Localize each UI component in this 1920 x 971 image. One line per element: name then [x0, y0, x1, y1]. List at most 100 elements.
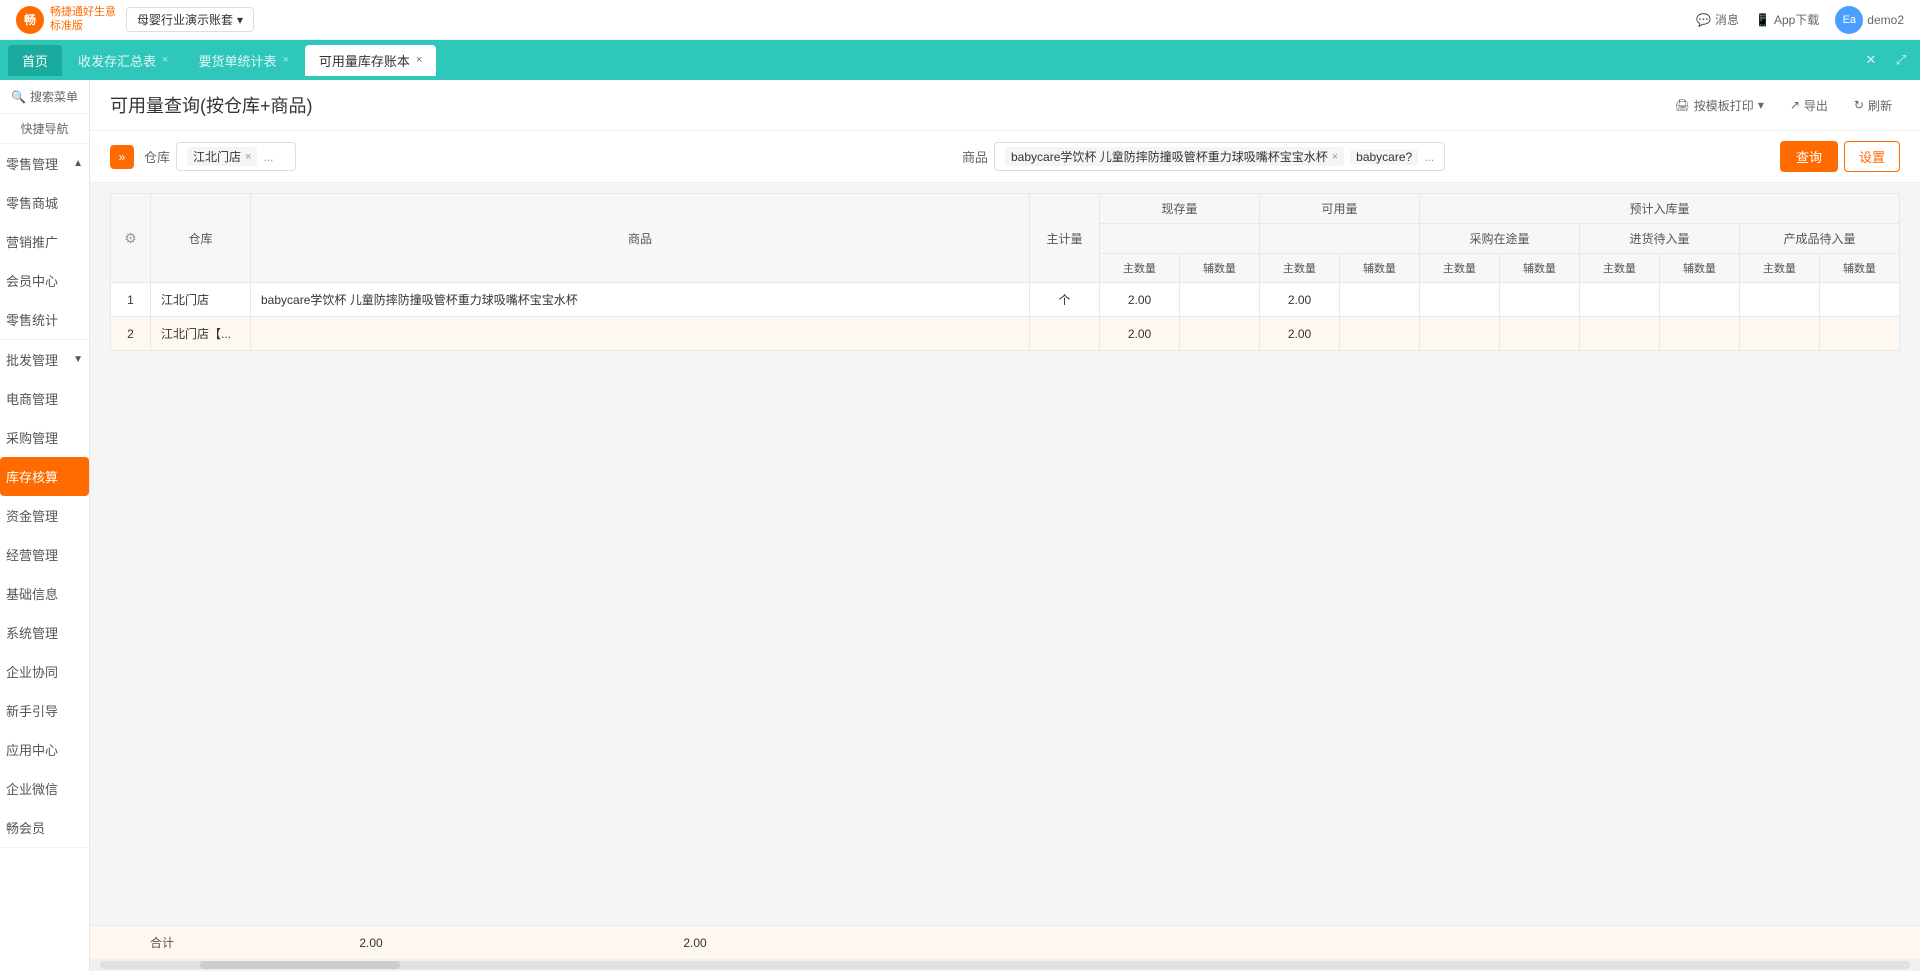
settings-icon[interactable]: ⚙ [124, 230, 137, 246]
close-tab-action[interactable]: ✕ [1860, 49, 1882, 71]
download-icon: 📱 [1755, 13, 1770, 27]
row2-current-main: 2.00 [1100, 317, 1180, 351]
product-filter-group: 商品 babycare学饮杯 儿童防摔防撞吸管杯重力球吸嘴杯宝宝水杯 × bab… [962, 142, 1770, 171]
th-settings[interactable]: ⚙ [111, 194, 151, 283]
footer-production-aux [1748, 936, 1910, 950]
footer-label: 合计 [140, 934, 290, 951]
product-more[interactable]: ... [1424, 150, 1434, 164]
row1-product: babycare学饮杯 儿童防摔防撞吸管杯重力球吸嘴杯宝宝水杯 [251, 283, 1030, 317]
sidebar-item-system[interactable]: 系统管理 [0, 613, 89, 652]
tab-requisition-close[interactable]: × [282, 54, 288, 66]
sidebar-item-operation[interactable]: 经营管理 [0, 535, 89, 574]
sidebar-search[interactable]: 🔍 搜索菜单 [0, 80, 89, 114]
row1-purchase-aux [1500, 283, 1580, 317]
sidebar-item-basic[interactable]: 基础信息 [0, 574, 89, 613]
sidebar-item-marketing[interactable]: 营销推广 [0, 222, 89, 261]
sidebar-item-purchase[interactable]: 采购管理 [0, 418, 89, 457]
sidebar-item-member[interactable]: 会员中心 [0, 261, 89, 300]
th-current-aux: 辅数量 [1180, 254, 1260, 283]
query-button[interactable]: 查询 [1780, 141, 1838, 172]
tab-bar: 首页 收发存汇总表 × 要货单统计表 × 可用量库存账本 × ✕ ⤢ [0, 40, 1920, 80]
sidebar-item-appstore[interactable]: 应用中心 [0, 730, 89, 769]
footer-current-aux [452, 936, 614, 950]
th-purchase-transit: 采购在途量 [1420, 224, 1580, 254]
sidebar-item-retail-stat[interactable]: 零售统计 [0, 300, 89, 339]
print-button[interactable]: 🖨 按模板打印 ▾ [1667, 93, 1772, 118]
product-tag-1-close[interactable]: × [1332, 151, 1338, 163]
refresh-button[interactable]: ↻ 刷新 [1846, 93, 1900, 118]
th-inbound-aux: 辅数量 [1660, 254, 1740, 283]
sidebar-item-member2[interactable]: 畅会员 [0, 808, 89, 847]
row2-index: 2 [111, 317, 151, 351]
row2-purchase-main [1420, 317, 1500, 351]
sidebar-item-batch-mgmt[interactable]: 批发管理 ▼ [0, 340, 89, 379]
row1-production-aux [1820, 283, 1900, 317]
sidebar-item-finance[interactable]: 资金管理 [0, 496, 89, 535]
row2-production-main [1740, 317, 1820, 351]
scroll-track [100, 961, 1910, 969]
warehouse-label: 仓库 [144, 147, 170, 166]
th-purchase-aux: 辅数量 [1500, 254, 1580, 283]
filter-area: » 仓库 江北门店 × ... 商品 babycare学饮杯 儿童防摔防撞吸管杯… [90, 131, 1920, 183]
tab-available[interactable]: 可用量库存账本 × [305, 45, 436, 76]
th-current-empty [1100, 224, 1260, 254]
product-label: 商品 [962, 147, 988, 166]
page-header: 可用量查询(按仓库+商品) 🖨 按模板打印 ▾ ↗ 导出 ↻ 刷新 [90, 80, 1920, 131]
tab-receive[interactable]: 收发存汇总表 × [64, 45, 182, 76]
footer-inbound-main [1262, 936, 1424, 950]
content-area: 可用量查询(按仓库+商品) 🖨 按模板打印 ▾ ↗ 导出 ↻ 刷新 [90, 80, 1920, 971]
setting-button[interactable]: 设置 [1844, 141, 1900, 172]
footer-inbound-aux [1424, 936, 1586, 950]
product-input[interactable]: babycare学饮杯 儿童防摔防撞吸管杯重力球吸嘴杯宝宝水杯 × babyca… [994, 142, 1445, 171]
row1-available-main: 2.00 [1260, 283, 1340, 317]
product-tag-1: babycare学饮杯 儿童防摔防撞吸管杯重力球吸嘴杯宝宝水杯 × [1005, 147, 1344, 166]
horizontal-scrollbar[interactable] [90, 959, 1920, 971]
sidebar-item-inventory[interactable]: 库存核算 [0, 457, 89, 496]
maximize-action[interactable]: ⤢ [1890, 49, 1912, 71]
sidebar-item-enterprise[interactable]: 企业协同 [0, 652, 89, 691]
filter-toggle-button[interactable]: » [110, 145, 134, 169]
row1-inbound-aux [1660, 283, 1740, 317]
tab-available-close[interactable]: × [416, 54, 422, 66]
app-download-button[interactable]: 📱 App下载 [1755, 11, 1819, 28]
industry-selector[interactable]: 母婴行业演示账套 ▾ [126, 7, 254, 32]
table-row: 2 江北门店【... 2.00 2.00 [111, 317, 1900, 351]
avatar: Ea [1835, 6, 1863, 34]
tab-requisition[interactable]: 要货单统计表 × [184, 45, 302, 76]
th-available-aux: 辅数量 [1340, 254, 1420, 283]
sidebar-item-wechat[interactable]: 企业微信 [0, 769, 89, 808]
sidebar: 🔍 搜索菜单 快捷导航 零售管理 ▲ 零售商城 营销推广 会员中心 零售统计 [0, 80, 90, 971]
export-button[interactable]: ↗ 导出 [1782, 93, 1836, 118]
warehouse-tag: 江北门店 × [187, 147, 257, 166]
footer-available-main: 2.00 [614, 936, 776, 950]
th-production-pending: 产成品待入量 [1740, 224, 1900, 254]
sidebar-item-retail-mgmt[interactable]: 零售管理 ▲ [0, 144, 89, 183]
tab-home[interactable]: 首页 [8, 45, 62, 76]
sidebar-quicknav[interactable]: 快捷导航 [0, 114, 89, 144]
sidebar-item-retail-mall[interactable]: 零售商城 [0, 183, 89, 222]
message-button[interactable]: 💬 消息 [1696, 11, 1739, 28]
table-container: ⚙ 仓库 商品 主计量 现存量 可用量 预计入库量 采购在途量 进货待入量 [90, 183, 1920, 925]
sidebar-item-ecommerce[interactable]: 电商管理 [0, 379, 89, 418]
sidebar-item-newbie[interactable]: 新手引导 [0, 691, 89, 730]
warehouse-tag-close[interactable]: × [245, 151, 251, 163]
row2-production-aux [1820, 317, 1900, 351]
sidebar-section-retail: 零售管理 ▲ 零售商城 营销推广 会员中心 零售统计 [0, 144, 89, 340]
tab-receive-close[interactable]: × [162, 54, 168, 66]
export-icon: ↗ [1790, 98, 1800, 112]
scroll-thumb[interactable] [200, 961, 400, 969]
product-tag-2: babycare? [1350, 149, 1418, 165]
filter-buttons: 查询 设置 [1780, 141, 1900, 172]
th-unit: 主计量 [1030, 194, 1100, 283]
tab-actions: ✕ ⤢ [1860, 49, 1912, 71]
row2-available-aux [1340, 317, 1420, 351]
footer-production-main [1586, 936, 1748, 950]
row2-product [251, 317, 1030, 351]
warehouse-more[interactable]: ... [263, 150, 273, 164]
print-icon: 🖨 [1675, 98, 1690, 112]
user-profile[interactable]: Ea demo2 [1835, 6, 1904, 34]
row2-inbound-aux [1660, 317, 1740, 351]
warehouse-input[interactable]: 江北门店 × ... [176, 142, 296, 171]
row1-unit: 个 [1030, 283, 1100, 317]
table-row: 1 江北门店 babycare学饮杯 儿童防摔防撞吸管杯重力球吸嘴杯宝宝水杯 个… [111, 283, 1900, 317]
